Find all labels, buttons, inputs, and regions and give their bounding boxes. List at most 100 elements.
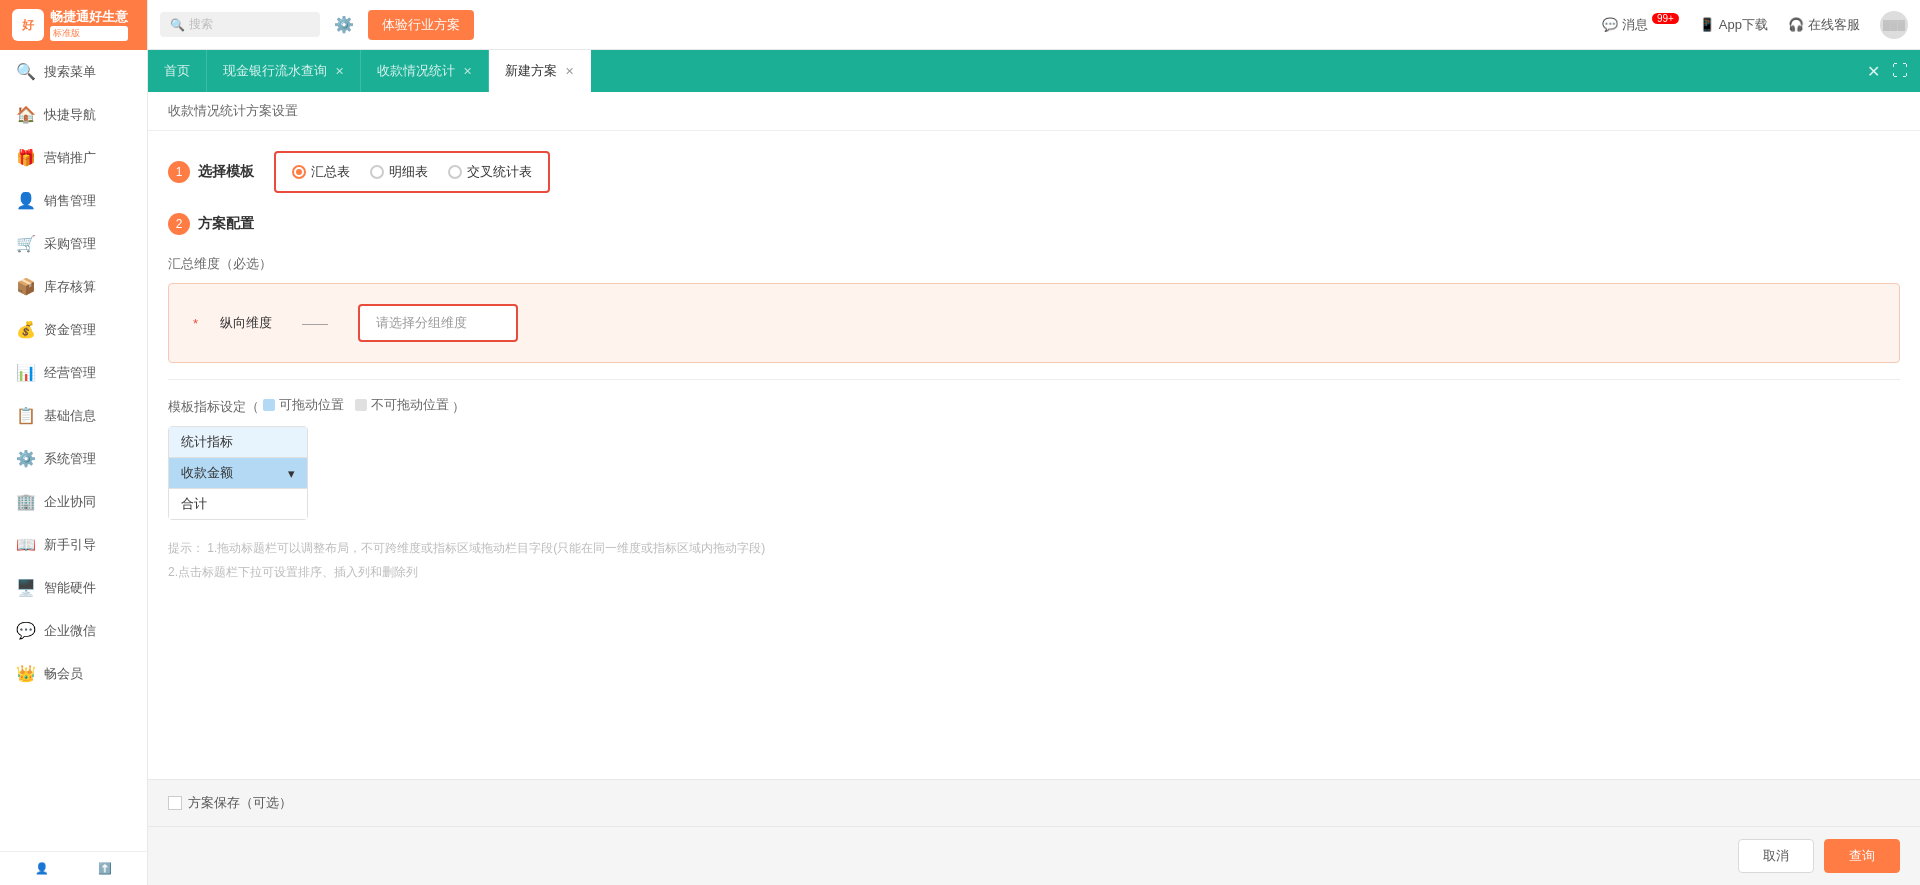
sidebar-label-12: 智能硬件 <box>44 579 96 597</box>
search-icon: 🔍 <box>170 18 185 32</box>
sidebar-item-6[interactable]: 💰 资金管理 <box>0 308 147 351</box>
draggable-label: 可拖动位置 <box>279 396 344 414</box>
search-placeholder: 搜索 <box>189 16 213 33</box>
download-item[interactable]: 📱 App下载 <box>1699 16 1768 34</box>
trial-button[interactable]: 体验行业方案 <box>368 10 474 40</box>
sidebar-item-12[interactable]: 🖥️智能硬件 <box>0 566 147 609</box>
topbar-right: 💬 消息 99+ 📱 App下载 🎧 在线客服 ▓▓▓ <box>1602 11 1908 39</box>
avatar[interactable]: ▓▓▓ <box>1880 11 1908 39</box>
download-label: App下载 <box>1719 16 1768 34</box>
sidebar-label-6: 资金管理 <box>44 321 96 339</box>
settings-icon[interactable]: ⚙️ <box>334 15 354 34</box>
tab-close-1[interactable]: ✕ <box>335 65 344 78</box>
message-icon: 💬 <box>1602 17 1618 32</box>
footer-buttons: 取消 查询 <box>148 826 1920 885</box>
logo-text: 畅捷通好生意 <box>50 9 128 25</box>
sidebar-bottom: 👤 ⬆️ <box>0 851 147 885</box>
sidebar-label-0: 搜索菜单 <box>44 63 96 81</box>
sidebar-item-3[interactable]: 👤 销售管理 <box>0 179 147 222</box>
sidebar-item-1[interactable]: 🏠快捷导航 <box>0 93 147 136</box>
sidebar-item-7[interactable]: 📊经营管理 <box>0 351 147 394</box>
sidebar-label-13: 企业微信 <box>44 622 96 640</box>
service-label: 在线客服 <box>1808 16 1860 34</box>
radio-item-summary[interactable]: 汇总表 <box>292 163 350 181</box>
sidebar-item-0[interactable]: 🔍搜索菜单 <box>0 50 147 93</box>
message-item[interactable]: 💬 消息 99+ <box>1602 16 1679 34</box>
content-area: 收款情况统计方案设置 1 选择模板 汇总表明细表交叉统计表 2 方案配置 汇总维… <box>148 92 1920 885</box>
sidebar-item-14[interactable]: 👑畅会员 <box>0 652 147 695</box>
sidebar-item-4[interactable]: 🛒采购管理 <box>0 222 147 265</box>
step2-block: 2 方案配置 <box>168 213 1900 235</box>
tab-label-3: 新建方案 <box>505 62 557 80</box>
draggable-dot <box>263 399 275 411</box>
sidebar-bottom-user[interactable]: 👤 <box>35 862 49 875</box>
tabbar: 首页现金银行流水查询✕收款情况统计✕新建方案✕✕⛶ <box>148 50 1920 92</box>
sidebar-item-13[interactable]: 💬企业微信 <box>0 609 147 652</box>
radio-item-detail[interactable]: 明细表 <box>370 163 428 181</box>
template-selector: 汇总表 明细表 交叉统计表 <box>274 151 550 193</box>
hint-1: 2.点击标题栏下拉可设置排序、插入列和删除列 <box>168 560 1900 584</box>
step1-block: 1 选择模板 汇总表明细表交叉统计表 <box>168 151 1900 193</box>
query-button[interactable]: 查询 <box>1824 839 1900 873</box>
sidebar-nav: 🔍搜索菜单🏠快捷导航🎁营销推广 👤 销售管理 🛒采购管理📦库存核算 💰 资金管理 📊经营管理… <box>0 50 147 851</box>
radio-dot-summary <box>292 165 306 179</box>
metric-legend-row: 模板指标设定（ 可拖动位置 不可拖动位置 ） <box>168 396 1900 416</box>
sidebar-item-8[interactable]: 📋基础信息 <box>0 394 147 437</box>
tab-3[interactable]: 新建方案 ✕ <box>489 50 591 92</box>
save-checkbox[interactable] <box>168 796 182 810</box>
tab-label-1: 现金银行流水查询 <box>223 62 327 80</box>
metric-col-label: 收款金额 <box>181 464 233 482</box>
sidebar-bottom-upgrade[interactable]: ⬆️ <box>98 862 112 875</box>
sidebar-label-3: 销售管理 <box>44 192 96 210</box>
metric-close-paren: ） <box>452 399 465 414</box>
radio-dot-detail <box>370 165 384 179</box>
form-body: 1 选择模板 汇总表明细表交叉统计表 2 方案配置 汇总维度（必选） * 纵向维… <box>148 131 1920 779</box>
sidebar-icon-4: 🛒 <box>16 234 36 253</box>
tab-0[interactable]: 首页 <box>148 50 207 92</box>
metric-sub-header[interactable]: 收款金额 ▾ <box>169 458 307 489</box>
radio-label-cross: 交叉统计表 <box>467 163 532 181</box>
sidebar-label-8: 基础信息 <box>44 407 96 425</box>
sidebar-label-10: 企业协同 <box>44 493 96 511</box>
bottom-bar: 方案保存（可选） <box>148 779 1920 826</box>
sidebar-logo: 好 畅捷通好生意 标准版 <box>0 0 147 50</box>
metric-header-row: 统计指标 <box>169 427 307 458</box>
expand-icon[interactable]: ⛶ <box>1892 62 1908 80</box>
sidebar-icon-3: 👤 <box>16 191 36 210</box>
sidebar-icon-2: 🎁 <box>16 148 36 167</box>
cancel-button[interactable]: 取消 <box>1738 839 1814 873</box>
tab-2[interactable]: 收款情况统计✕ <box>361 50 489 92</box>
hints-section: 提示： 1.拖动标题栏可以调整布局，不可跨维度或指标区域拖动栏目字段(只能在同一… <box>168 536 1900 584</box>
message-label: 消息 <box>1622 16 1648 34</box>
service-icon: 🎧 <box>1788 17 1804 32</box>
tab-close-3[interactable]: ✕ <box>565 65 574 78</box>
step2-num: 2 <box>168 213 190 235</box>
dim-select[interactable]: 请选择分组维度 <box>358 304 518 342</box>
message-badge: 99+ <box>1652 13 1679 24</box>
tab-close-2[interactable]: ✕ <box>463 65 472 78</box>
sidebar-icon-6: 💰 <box>16 320 36 339</box>
close-icon[interactable]: ✕ <box>1867 62 1880 81</box>
save-checkbox-item[interactable]: 方案保存（可选） <box>168 794 292 812</box>
metric-total-row: 合计 <box>169 489 307 519</box>
metric-setting-label: 模板指标设定（ <box>168 399 259 414</box>
service-item[interactable]: 🎧 在线客服 <box>1788 16 1860 34</box>
tab-1[interactable]: 现金银行流水查询 ✕ <box>207 50 361 92</box>
sidebar-item-11[interactable]: 📖新手引导 <box>0 523 147 566</box>
radio-item-cross[interactable]: 交叉统计表 <box>448 163 532 181</box>
radio-dot-cross <box>448 165 462 179</box>
search-bar[interactable]: 🔍 搜索 <box>160 12 320 37</box>
sidebar-item-10[interactable]: 🏢 企业协同 <box>0 480 147 523</box>
sidebar-item-9[interactable]: ⚙️系统管理 <box>0 437 147 480</box>
download-icon: 📱 <box>1699 17 1715 32</box>
sidebar-label-9: 系统管理 <box>44 450 96 468</box>
avatar-placeholder: ▓▓▓ <box>1883 19 1905 30</box>
step1-num: 1 <box>168 161 190 183</box>
sidebar-label-14: 畅会员 <box>44 665 83 683</box>
sidebar-icon-10: 🏢 <box>16 492 36 511</box>
sidebar-label-5: 库存核算 <box>44 278 96 296</box>
dropdown-icon: ▾ <box>288 466 295 481</box>
sidebar-item-5[interactable]: 📦库存核算 <box>0 265 147 308</box>
sidebar-item-2[interactable]: 🎁营销推广 <box>0 136 147 179</box>
sidebar-label-7: 经营管理 <box>44 364 96 382</box>
